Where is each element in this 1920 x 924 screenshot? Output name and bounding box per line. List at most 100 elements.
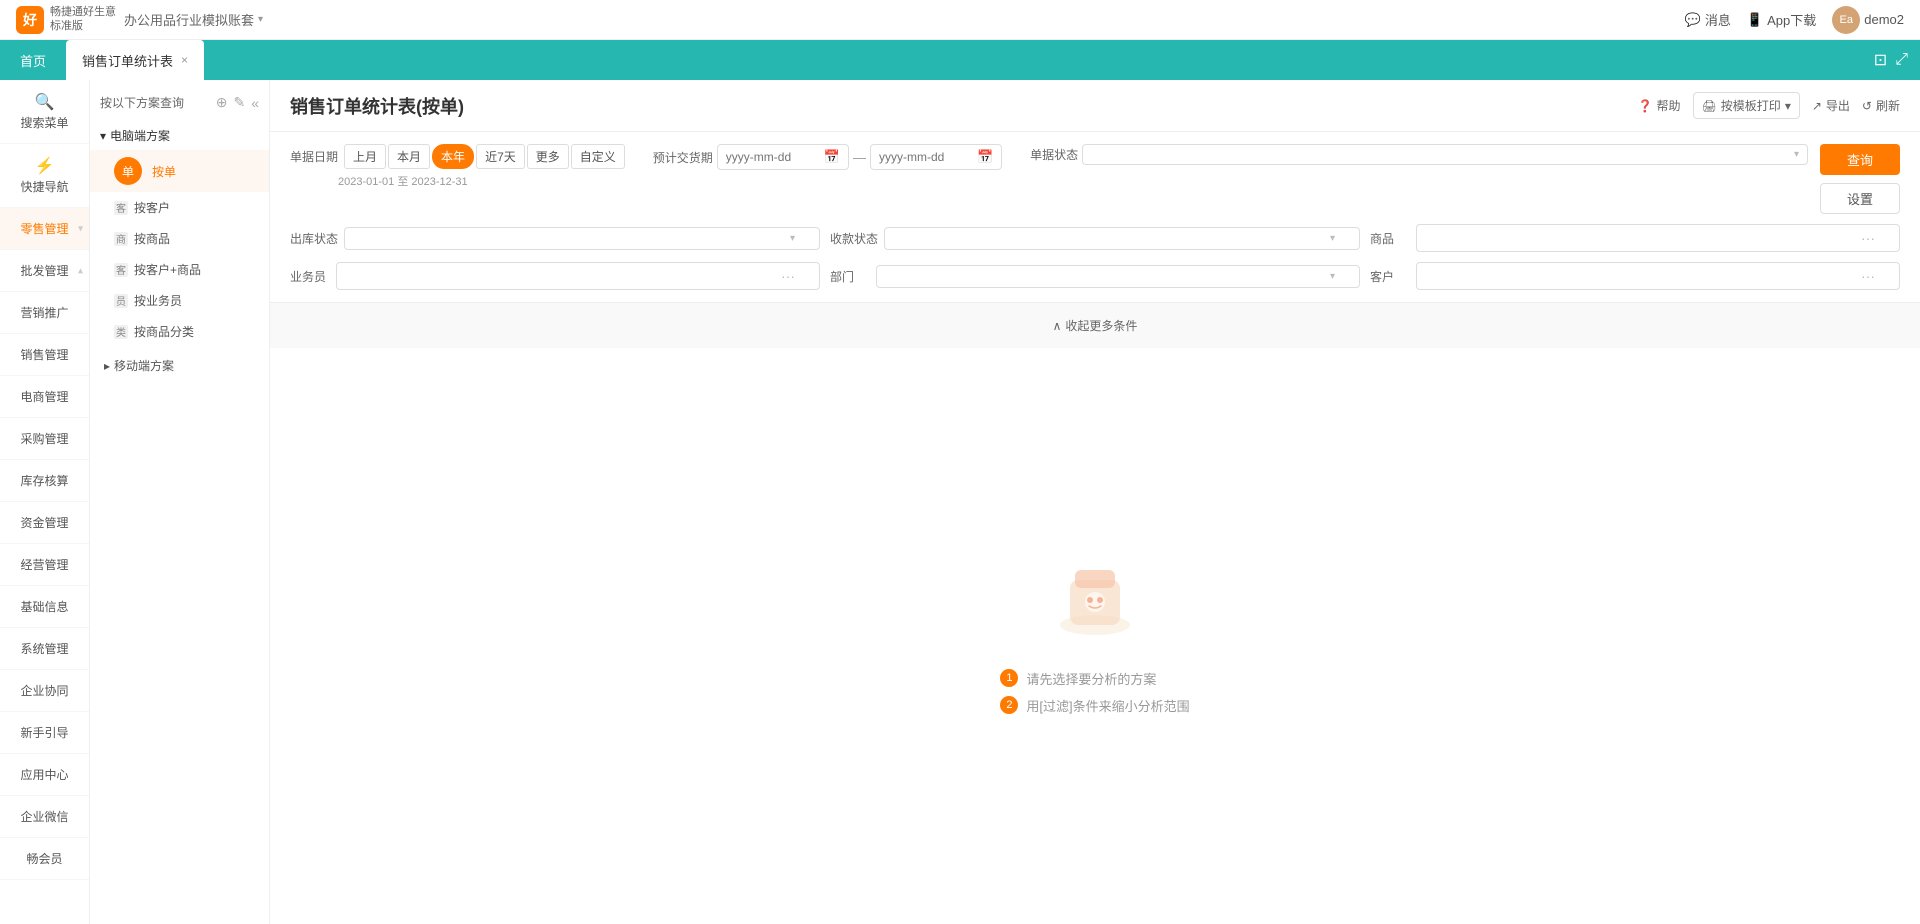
salesperson-group: 业务员 ··· xyxy=(290,262,820,290)
refresh-btn[interactable]: ↺ 刷新 xyxy=(1862,97,1900,114)
sidebar-item-shortcuts[interactable]: ⚡ 快捷导航 xyxy=(0,144,89,208)
department-chevron: ▾ xyxy=(1330,271,1335,282)
main-layout: 🔍 搜索菜单 ⚡ 快捷导航 零售管理 ▾ 批发管理 ▴ 营销推广 销售管理 电商… xyxy=(0,80,1920,924)
expected-delivery-label: 预计交货期 xyxy=(653,149,713,166)
sidebar-item-retail[interactable]: 零售管理 ▾ xyxy=(0,208,89,250)
by-category-icon: 类 xyxy=(114,325,128,339)
maximize-icon[interactable]: ⤢ xyxy=(1895,51,1908,69)
user-area[interactable]: Ea demo2 xyxy=(1832,6,1904,34)
more-btn[interactable]: 更多 xyxy=(527,144,569,169)
order-status-label: 单据状态 xyxy=(1030,146,1078,163)
tree-child-by-customer[interactable]: 客 按客户 xyxy=(90,192,269,223)
calendar-end-icon[interactable]: 📅 xyxy=(977,149,993,165)
tree-child-by-category[interactable]: 类 按商品分类 xyxy=(90,316,269,347)
sidebar-item-ecommerce[interactable]: 电商管理 xyxy=(0,376,89,418)
print-dropdown-arrow: ▾ xyxy=(1785,99,1791,113)
collapse-panel-icon[interactable]: « xyxy=(251,95,259,111)
retail-label: 零售管理 xyxy=(4,220,85,237)
sidebar-item-basic[interactable]: 基础信息 xyxy=(0,586,89,628)
tree-child-by-salesperson[interactable]: 员 按业务员 xyxy=(90,285,269,316)
query-btn[interactable]: 查询 xyxy=(1820,144,1900,175)
expected-delivery-end-input[interactable] xyxy=(879,150,969,164)
top-bar-left: 好 畅捷通好生意 标准版 办公用品行业模拟账套 ▾ xyxy=(16,6,263,34)
sidebar-item-marketing[interactable]: 营销推广 xyxy=(0,292,89,334)
this-year-btn[interactable]: 本年 xyxy=(432,144,474,169)
empty-tip-1: 1 请先选择要分析的方案 xyxy=(1000,669,1189,688)
edit-scheme-icon[interactable]: ✎ xyxy=(233,94,245,111)
last-month-btn[interactable]: 上月 xyxy=(344,144,386,169)
tree-sub-parent-mobile[interactable]: ▸ 移动端方案 xyxy=(90,351,269,380)
department-label: 部门 xyxy=(830,268,870,285)
tab-sales-order[interactable]: 销售订单统计表 × xyxy=(66,40,204,80)
sidebar-item-member[interactable]: 畅会员 xyxy=(0,838,89,880)
btn-group: 查询 设置 xyxy=(1820,144,1900,214)
tree-child-by-customer-product[interactable]: 客 按客户+商品 xyxy=(90,254,269,285)
restore-icon[interactable]: ⊡ xyxy=(1874,50,1887,70)
add-scheme-icon[interactable]: ⊕ xyxy=(216,94,228,111)
tab-close-icon[interactable]: × xyxy=(181,53,188,67)
last-7days-btn[interactable]: 近7天 xyxy=(476,144,525,169)
help-btn[interactable]: ❓ 帮助 xyxy=(1638,97,1681,114)
sidebar-item-finance[interactable]: 资金管理 xyxy=(0,502,89,544)
export-icon: ↗ xyxy=(1812,99,1822,113)
custom-btn[interactable]: 自定义 xyxy=(571,144,625,169)
sidebar-item-wechat[interactable]: 企业微信 xyxy=(0,796,89,838)
expected-delivery-start[interactable]: 📅 xyxy=(717,144,849,170)
department-select[interactable]: ▾ xyxy=(876,265,1360,288)
sidebar-item-operations[interactable]: 经营管理 xyxy=(0,544,89,586)
payment-status-label: 收款状态 xyxy=(830,230,878,247)
left-panel-header: 按以下方案查询 ⊕ ✎ « xyxy=(90,88,269,117)
product-dots[interactable]: ··· xyxy=(1861,230,1875,246)
app-download-btn[interactable]: 📱 App下载 xyxy=(1747,10,1816,29)
content-area: 销售订单统计表(按单) ❓ 帮助 🖨 按模板打印 ▾ ↗ 导出 ↺ 刷新 xyxy=(270,80,1920,924)
sidebar-item-enterprise[interactable]: 企业协同 xyxy=(0,670,89,712)
wholesale-label: 批发管理 xyxy=(4,262,85,279)
this-month-btn[interactable]: 本月 xyxy=(388,144,430,169)
order-status-select[interactable]: ▾ xyxy=(1082,144,1808,165)
sidebar-item-purchase[interactable]: 采购管理 xyxy=(0,418,89,460)
settings-btn[interactable]: 设置 xyxy=(1820,183,1900,214)
date-dash: — xyxy=(853,150,866,165)
page-actions: ❓ 帮助 🖨 按模板打印 ▾ ↗ 导出 ↺ 刷新 xyxy=(1638,92,1900,119)
mobile-expand-arrow: ▸ xyxy=(104,359,110,373)
search-icon: 🔍 xyxy=(4,92,85,112)
delivery-status-group: 出库状态 ▾ xyxy=(290,224,820,252)
collapse-up-icon: ∧ xyxy=(1053,319,1062,333)
customer-select[interactable]: ··· xyxy=(1416,262,1900,290)
collapse-btn[interactable]: ∧ 收起更多条件 xyxy=(1053,311,1138,340)
sidebar-item-inventory[interactable]: 库存核算 xyxy=(0,460,89,502)
sidebar-item-app-center[interactable]: 应用中心 xyxy=(0,754,89,796)
logo-text: 畅捷通好生意 标准版 xyxy=(50,6,116,32)
tab-home[interactable]: 首页 xyxy=(0,40,66,80)
sidebar-item-newbie[interactable]: 新手引导 xyxy=(0,712,89,754)
product-select[interactable]: ··· xyxy=(1416,224,1900,252)
sidebar-item-search[interactable]: 🔍 搜索菜单 xyxy=(0,80,89,144)
logo-icon: 好 xyxy=(16,6,44,34)
filter-row-2: 出库状态 ▾ 收款状态 ▾ 商品 xyxy=(290,224,1900,252)
workspace-dropdown-arrow: ▾ xyxy=(258,14,263,25)
tree-child-by-product[interactable]: 商 按商品 xyxy=(90,223,269,254)
salesperson-dots[interactable]: ··· xyxy=(781,268,795,284)
payment-status-select[interactable]: ▾ xyxy=(884,227,1360,250)
export-btn[interactable]: ↗ 导出 xyxy=(1812,97,1850,114)
salesperson-select[interactable]: ··· xyxy=(336,262,820,290)
print-template-btn[interactable]: 🖨 按模板打印 ▾ xyxy=(1693,92,1800,119)
workspace-selector[interactable]: 办公用品行业模拟账套 ▾ xyxy=(124,10,263,29)
sidebar-item-wholesale[interactable]: 批发管理 ▴ xyxy=(0,250,89,292)
order-status-chevron: ▾ xyxy=(1794,149,1799,160)
message-btn[interactable]: 💬 消息 xyxy=(1685,10,1731,29)
delivery-status-select[interactable]: ▾ xyxy=(344,227,820,250)
filter-row-3: 业务员 ··· 部门 ▾ 客户 xyxy=(290,262,1900,290)
expected-delivery-end[interactable]: 📅 xyxy=(870,144,1002,170)
customer-dots[interactable]: ··· xyxy=(1861,268,1875,284)
sidebar-item-system[interactable]: 系统管理 xyxy=(0,628,89,670)
sidebar-item-sales[interactable]: 销售管理 xyxy=(0,334,89,376)
calendar-start-icon[interactable]: 📅 xyxy=(824,149,840,165)
tree-parent-pc[interactable]: ▾ 电脑端方案 xyxy=(90,121,269,150)
filter-area: 单据日期 上月 本月 本年 近7天 更多 自定义 2023-01-01 至 20… xyxy=(270,132,1920,302)
payment-status-chevron: ▾ xyxy=(1330,233,1335,244)
by-customer-icon: 客 xyxy=(114,201,128,215)
tree-child-by-order[interactable]: 单 按单 xyxy=(90,150,269,192)
expected-delivery-start-input[interactable] xyxy=(726,150,816,164)
empty-tips: 1 请先选择要分析的方案 2 用[过滤]条件来缩小分析范围 xyxy=(1000,669,1189,723)
